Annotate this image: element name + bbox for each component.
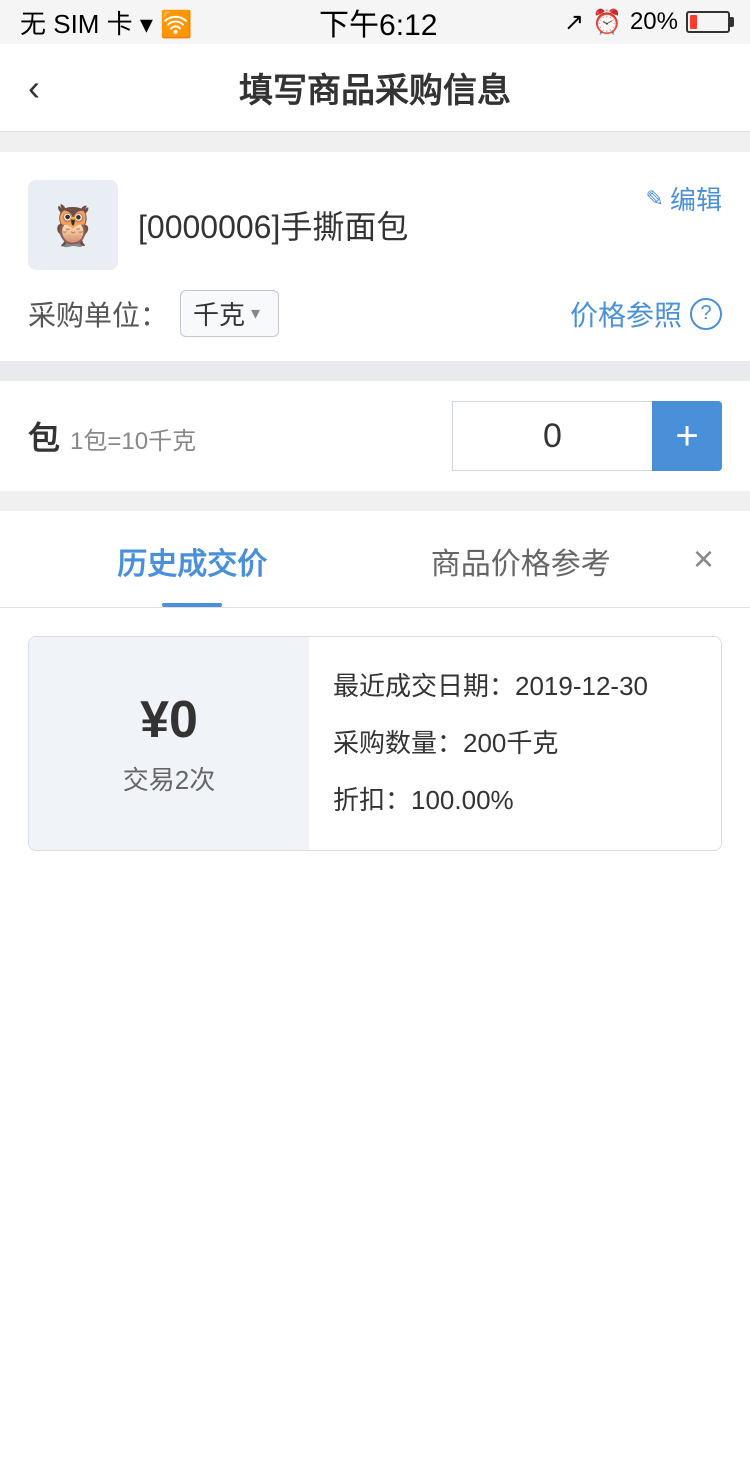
price-reference-button[interactable]: 价格参照 ? [570, 294, 722, 334]
status-right: ↗ ⏰ 20% [564, 8, 730, 37]
recent-date-label: 最近成交日期： [333, 671, 515, 701]
tab-close-button[interactable]: × [685, 541, 722, 577]
status-left: 无 SIM 卡 ▾ 🛜 [20, 4, 193, 41]
recent-date-row: 最近成交日期：2019-12-30 [333, 667, 697, 706]
product-owl-icon: 🦉 [48, 202, 98, 249]
purchase-unit-row: 采购单位： 千克 ▾ [28, 290, 279, 337]
battery-percent: 20% [630, 8, 678, 36]
purchase-qty-row: 采购数量：200千克 [333, 724, 697, 763]
discount-label: 折扣： [333, 785, 411, 815]
purchase-qty-label: 采购数量： [333, 728, 463, 758]
bottom-space [0, 879, 750, 1479]
page-title: 填写商品采购信息 [239, 63, 511, 112]
status-bar: 无 SIM 卡 ▾ 🛜 下午6:12 ↗ ⏰ 20% [0, 0, 750, 44]
location-icon: ↗ [564, 8, 584, 37]
price-card-left: ¥0 交易2次 [29, 637, 309, 850]
product-thumbnail: 🦉 [28, 180, 118, 270]
price-yen-symbol: ¥ [140, 691, 169, 749]
back-button[interactable]: ‹ [28, 67, 40, 109]
price-ref-label: 价格参照 [570, 294, 682, 334]
price-amount: ¥0 [140, 690, 198, 750]
quantity-conversion: 1包=10千克 [70, 421, 196, 456]
product-name: [0000006]手撕面包 [138, 202, 408, 248]
unit-dropdown[interactable]: 千克 ▾ [180, 290, 279, 337]
discount-row: 折扣：100.00% [333, 781, 697, 820]
quantity-input-group: + [452, 401, 722, 471]
quantity-plus-button[interactable]: + [652, 401, 722, 471]
recent-date-value: 2019-12-30 [515, 671, 648, 701]
quantity-input[interactable] [452, 401, 652, 471]
purchase-unit-label: 采购单位： [28, 294, 168, 334]
product-card: 🦉 [0000006]手撕面包 ✎ 编辑 采购单位： 千克 ▾ 价格参照 ? [0, 152, 750, 361]
help-icon: ? [690, 298, 722, 330]
edit-icon: ✎ [646, 186, 664, 212]
tab-history-price[interactable]: 历史成交价 [28, 511, 356, 607]
price-card: ¥0 交易2次 最近成交日期：2019-12-30 采购数量：200千克 折扣：… [28, 636, 722, 851]
sim-wifi-label: 无 SIM 卡 ▾ 🛜 [20, 4, 193, 41]
tabs-header: 历史成交价 商品价格参考 × [0, 511, 750, 608]
tab-product-price-ref[interactable]: 商品价格参考 [356, 511, 684, 607]
product-top-row: 🦉 [0000006]手撕面包 ✎ 编辑 [28, 180, 722, 270]
edit-button[interactable]: ✎ 编辑 [646, 180, 722, 217]
unit-value: 千克 [193, 295, 245, 332]
price-card-area: ¥0 交易2次 最近成交日期：2019-12-30 采购数量：200千克 折扣：… [0, 608, 750, 879]
purchase-qty-value: 200千克 [463, 728, 558, 758]
quantity-label-group: 包 1包=10千克 [28, 413, 432, 459]
alarm-icon: ⏰ [592, 8, 622, 37]
price-value: 0 [169, 691, 198, 749]
section-divider [0, 361, 750, 381]
battery-icon [686, 11, 730, 33]
product-bottom-row: 采购单位： 千克 ▾ 价格参照 ? [28, 290, 722, 337]
quantity-unit: 包 [28, 413, 60, 459]
edit-label: 编辑 [670, 180, 722, 217]
discount-value: 100.00% [411, 785, 514, 815]
product-info-left: 🦉 [0000006]手撕面包 [28, 180, 408, 270]
status-time: 下午6:12 [319, 0, 437, 44]
price-card-right: 最近成交日期：2019-12-30 采购数量：200千克 折扣：100.00% [309, 637, 721, 850]
nav-header: ‹ 填写商品采购信息 [0, 44, 750, 132]
price-transactions: 交易2次 [123, 760, 215, 797]
tabs-container: 历史成交价 商品价格参考 × ¥0 交易2次 最近成交日期：2019-12-30… [0, 511, 750, 879]
quantity-row: 包 1包=10千克 + [0, 381, 750, 491]
chevron-down-icon: ▾ [251, 303, 260, 324]
